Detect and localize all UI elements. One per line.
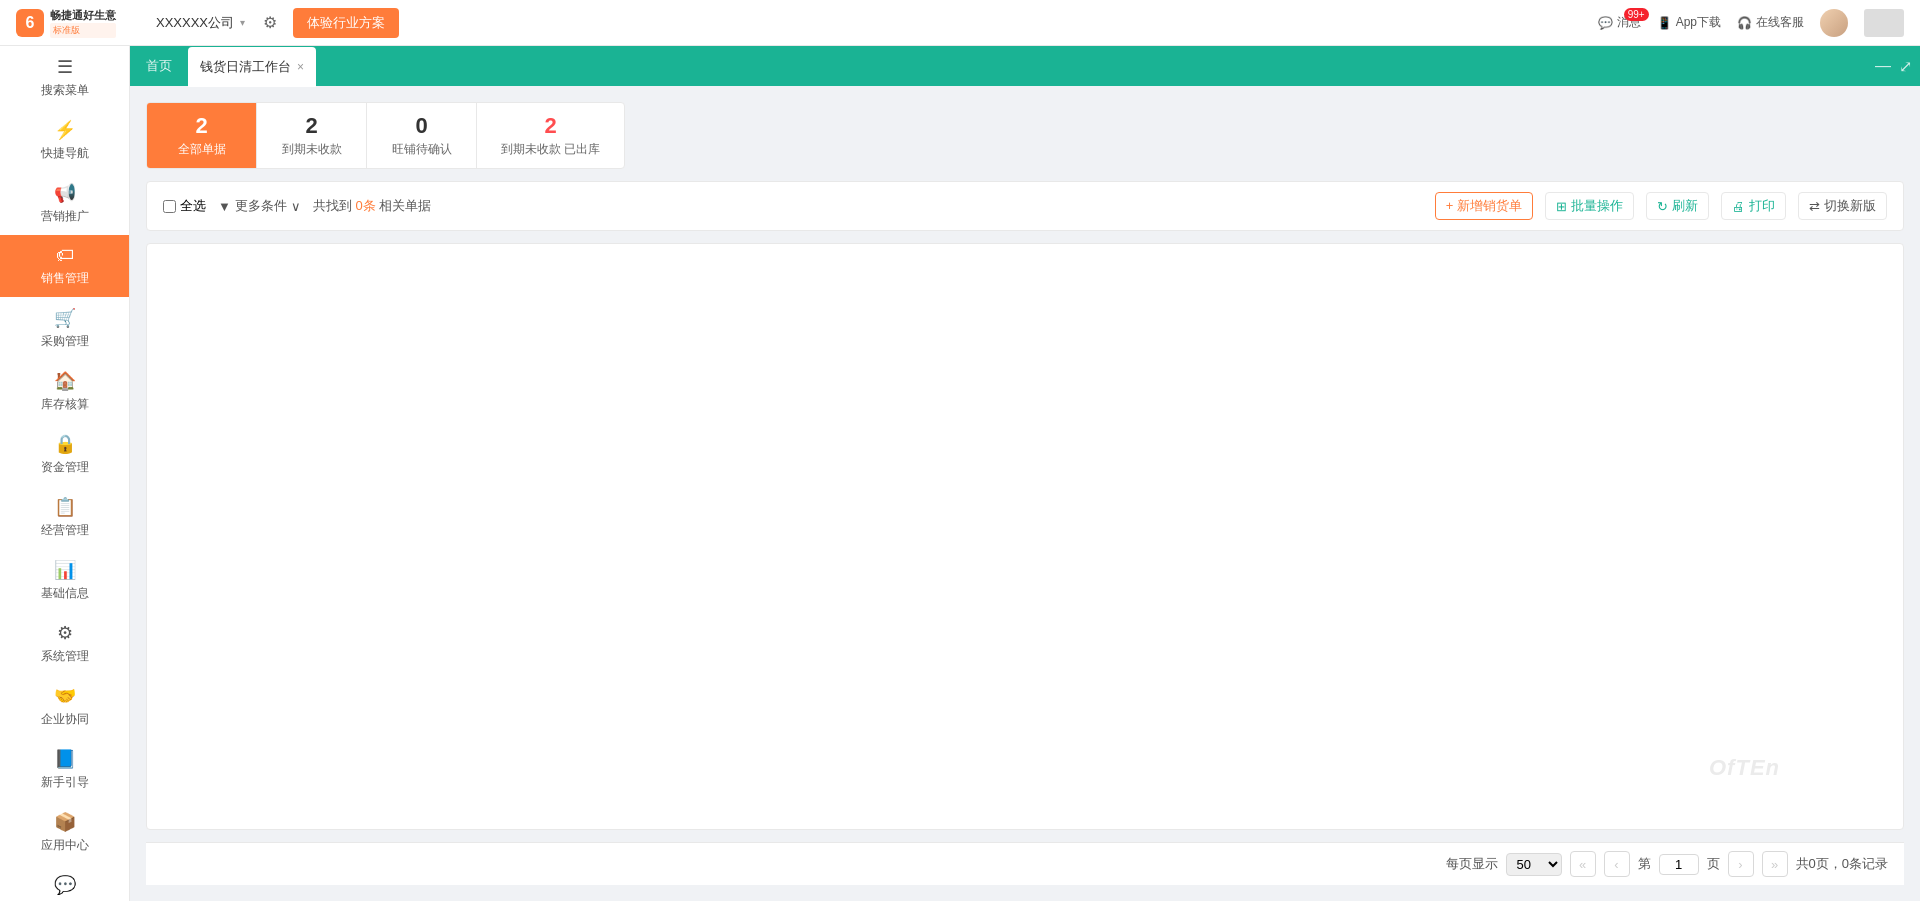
wechat-icon: 💬	[54, 874, 76, 896]
settings-button[interactable]: ⚙	[255, 8, 285, 38]
online-service-button[interactable]: 🎧 在线客服	[1737, 14, 1804, 31]
summary-tabs: 2 全部单据 2 到期未收款 0 旺铺待确认 2 到期未收款 已出库	[146, 102, 625, 169]
summary-tab-pending[interactable]: 0 旺铺待确认	[367, 103, 477, 168]
toolbar-right: + 新增销货单 ⊞ 批量操作 ↻ 刷新 🖨 打印 ⇄	[1435, 192, 1887, 220]
last-page-button[interactable]: »	[1762, 851, 1788, 877]
tab-bar-actions: — ⤢	[1875, 57, 1920, 76]
maximize-button[interactable]: ⤢	[1899, 57, 1912, 76]
page-size-select[interactable]: 10 20 50 100	[1506, 853, 1562, 876]
user-name[interactable]	[1864, 9, 1904, 37]
topbar: 6 畅捷通好生意 标准版 XXXXXX公司 ▾ ⚙ 体验行业方案 💬 消息 99…	[0, 0, 1920, 46]
search-menu-icon: ☰	[57, 56, 73, 78]
sidebar-item-finance[interactable]: 🔒 资金管理	[0, 423, 129, 486]
cooperation-icon: 🤝	[54, 685, 76, 707]
base-info-icon: 📊	[54, 559, 76, 581]
service-icon: 🎧	[1737, 16, 1752, 30]
sidebar-item-guide[interactable]: 📘 新手引导	[0, 738, 129, 801]
prev-page-button[interactable]: ‹	[1604, 851, 1630, 877]
sidebar-item-marketing[interactable]: 📢 营销推广	[0, 172, 129, 235]
found-text: 共找到 0条 相关单据	[313, 197, 431, 215]
system-icon: ⚙	[57, 622, 73, 644]
sidebar-item-sales[interactable]: 🏷 销售管理	[0, 235, 129, 297]
logo-icon: 6	[16, 9, 44, 37]
avatar[interactable]	[1820, 9, 1848, 37]
first-page-button[interactable]: «	[1570, 851, 1596, 877]
more-filters-button[interactable]: ▼ 更多条件 ∨	[218, 197, 301, 215]
logo-area: 6 畅捷通好生意 标准版	[16, 8, 146, 38]
sidebar-item-wechat[interactable]: 💬 企业微信	[0, 864, 129, 901]
tab-close-button[interactable]: ×	[297, 60, 304, 74]
inventory-icon: 🏠	[54, 370, 76, 392]
gear-icon: ⚙	[263, 13, 277, 32]
summary-tab-delivered[interactable]: 2 到期未收款 已出库	[477, 103, 624, 168]
quick-nav-icon: ⚡	[54, 119, 76, 141]
switch-icon: ⇄	[1809, 199, 1820, 214]
sidebar-item-cooperation[interactable]: 🤝 企业协同	[0, 675, 129, 738]
logo-text: 畅捷通好生意 标准版	[50, 8, 116, 38]
refresh-icon: ↻	[1657, 199, 1668, 214]
tab-home[interactable]: 首页	[130, 46, 188, 86]
sidebar-item-quick-nav[interactable]: ⚡ 快捷导航	[0, 109, 129, 172]
toolbar: 全选 ▼ 更多条件 ∨ 共找到 0条 相关单据 + 新增销货单	[146, 181, 1904, 231]
app-center-icon: 📦	[54, 811, 76, 833]
topbar-right: 💬 消息 99+ 📱 App下载 🎧 在线客服	[1598, 9, 1904, 37]
sales-icon: 🏷	[56, 245, 74, 266]
next-page-button[interactable]: ›	[1728, 851, 1754, 877]
page-number-input[interactable]	[1659, 854, 1699, 875]
pagination: 每页显示 10 20 50 100 « ‹ 第 页 › » 共0页，0条记录	[146, 842, 1904, 885]
table-area	[146, 243, 1904, 830]
chevron-down-icon: ▾	[240, 17, 245, 28]
sidebar-item-system[interactable]: ⚙ 系统管理	[0, 612, 129, 675]
summary-tab-overdue[interactable]: 2 到期未收款	[257, 103, 367, 168]
purchase-icon: 🛒	[54, 307, 76, 329]
tab-workbench[interactable]: 钱货日清工作台 ×	[188, 47, 316, 87]
message-button[interactable]: 💬 消息 99+	[1598, 14, 1641, 31]
refresh-button[interactable]: ↻ 刷新	[1646, 192, 1709, 220]
toolbar-left: 全选 ▼ 更多条件 ∨ 共找到 0条 相关单据	[163, 197, 431, 215]
message-icon: 💬	[1598, 16, 1613, 30]
finance-icon: 🔒	[54, 433, 76, 455]
marketing-icon: 📢	[54, 182, 76, 204]
print-button[interactable]: 🖨 打印	[1721, 192, 1786, 220]
sidebar-item-inventory[interactable]: 🏠 库存核算	[0, 360, 129, 423]
sidebar-item-base-info[interactable]: 📊 基础信息	[0, 549, 129, 612]
add-sales-order-button[interactable]: + 新增销货单	[1435, 192, 1533, 220]
sidebar-item-purchase[interactable]: 🛒 采购管理	[0, 297, 129, 360]
trial-button[interactable]: 体验行业方案	[293, 8, 399, 38]
filter-icon: ▼	[218, 199, 231, 214]
company-selector[interactable]: XXXXXX公司 ▾	[146, 10, 255, 36]
sidebar-item-operations[interactable]: 📋 经营管理	[0, 486, 129, 549]
content-area: 首页 钱货日清工作台 × — ⤢ 2 全部单据 2 到期未收款	[130, 46, 1920, 901]
sidebar-item-search-menu[interactable]: ☰ 搜索菜单	[0, 46, 129, 109]
minimize-button[interactable]: —	[1875, 57, 1891, 75]
operations-icon: 📋	[54, 496, 76, 518]
summary-tab-all[interactable]: 2 全部单据	[147, 103, 257, 168]
switch-version-button[interactable]: ⇄ 切换新版	[1798, 192, 1887, 220]
batch-operation-button[interactable]: ⊞ 批量操作	[1545, 192, 1634, 220]
batch-icon: ⊞	[1556, 199, 1567, 214]
guide-icon: 📘	[54, 748, 76, 770]
chevron-filter-icon: ∨	[291, 199, 301, 214]
page-content: 2 全部单据 2 到期未收款 0 旺铺待确认 2 到期未收款 已出库	[130, 86, 1920, 901]
sidebar: ☰ 搜索菜单 ⚡ 快捷导航 📢 营销推广 🏷 销售管理 🛒 采购管理 🏠 库存核…	[0, 46, 130, 901]
download-icon: 📱	[1657, 16, 1672, 30]
sidebar-item-app-center[interactable]: 📦 应用中心	[0, 801, 129, 864]
tab-bar: 首页 钱货日清工作台 × — ⤢	[130, 46, 1920, 86]
print-icon: 🖨	[1732, 199, 1745, 214]
app-download-button[interactable]: 📱 App下载	[1657, 14, 1721, 31]
select-all-checkbox[interactable]: 全选	[163, 197, 206, 215]
main-layout: ☰ 搜索菜单 ⚡ 快捷导航 📢 营销推广 🏷 销售管理 🛒 采购管理 🏠 库存核…	[0, 46, 1920, 901]
